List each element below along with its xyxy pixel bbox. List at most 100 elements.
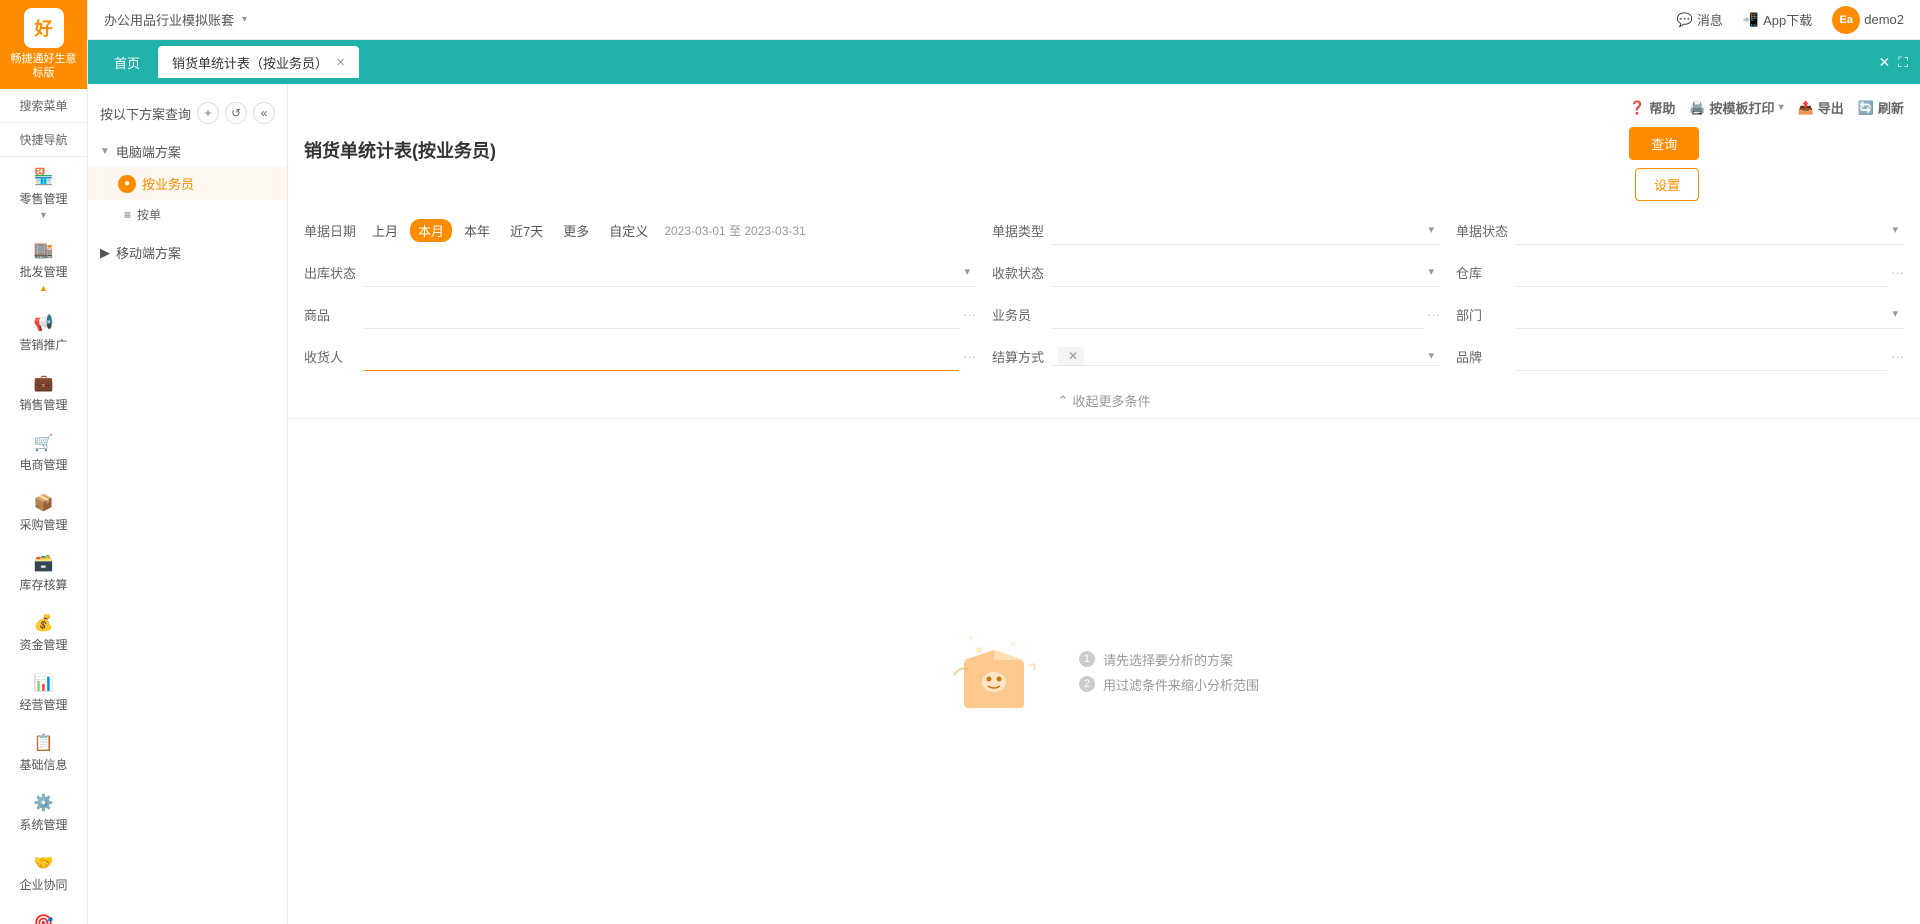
filter-date: 单据日期 上月 本月 本年 近7天 更多 自定义 2023-03-01 至 20… (304, 219, 976, 242)
brand-dots-icon[interactable]: ··· (1891, 349, 1904, 364)
mobile-section-label: 移动端方案 (116, 243, 181, 262)
sidebar-search-section[interactable]: 搜索菜单 (0, 89, 87, 123)
sidebar-item-retail[interactable]: 🏪 零售管理 ▼ (0, 157, 87, 230)
wholesale-label: 批发管理 (19, 263, 67, 280)
filter-salesperson-label: 业务员 (992, 305, 1052, 324)
filter-warehouse: 仓库 ··· (1456, 257, 1904, 287)
tab-fullscreen-icon[interactable]: ⛶ (1898, 54, 1908, 71)
sidebar-item-sales[interactable]: 💼 销售管理 (0, 363, 87, 423)
user-menu[interactable]: Ea demo2 (1832, 6, 1904, 34)
username-label: demo2 (1864, 12, 1904, 27)
filter-area: 销货单统计表(按业务员) ❓ 帮助 🖨️ 按模板打印 ▾ (288, 84, 1920, 419)
tab-home[interactable]: 首页 (100, 46, 154, 78)
scheme-by-order[interactable]: ≡ 按单 (88, 200, 287, 229)
settlement-tag-remove[interactable]: ✕ (1068, 349, 1078, 363)
query-button[interactable]: 查询 (1629, 127, 1699, 160)
salesperson-dots-icon[interactable]: ··· (1427, 307, 1440, 322)
quicknav-label[interactable]: 快捷导航 (19, 133, 67, 147)
filter-consignee-input[interactable] (364, 341, 959, 371)
filter-product-input[interactable] (364, 299, 959, 329)
date-btn-7days[interactable]: 近7天 (502, 219, 551, 242)
refresh-scheme-button[interactable]: ↺ (225, 102, 247, 124)
filter-salesperson-input[interactable] (1052, 299, 1423, 329)
logo-subtitle: 标版 (33, 66, 55, 80)
date-btn-more[interactable]: 更多 (555, 219, 597, 242)
wholesale-icon: 🏬 (34, 240, 54, 260)
date-btn-this-year[interactable]: 本年 (456, 219, 498, 242)
message-button[interactable]: 💬 消息 (1677, 10, 1723, 29)
sales-label: 销售管理 (19, 396, 67, 413)
add-scheme-button[interactable]: + (197, 102, 219, 124)
search-label[interactable]: 搜索菜单 (19, 99, 67, 113)
filter-doc-type-label: 单据类型 (992, 221, 1052, 240)
refresh-button[interactable]: 🔄 刷新 (1858, 98, 1904, 117)
filter-warehouse-label: 仓库 (1456, 263, 1516, 282)
collapse-filters-button[interactable]: ⌃ 收起更多条件 (304, 383, 1904, 418)
export-button[interactable]: 📤 导出 (1798, 98, 1844, 117)
filter-payment-select[interactable]: ▾ (1052, 257, 1440, 287)
tab-sales-stat[interactable]: 销货单统计表（按业务员） ✕ (158, 46, 359, 78)
filter-brand: 品牌 ··· (1456, 341, 1904, 371)
left-panel-header: 按以下方案查询 + ↺ « (88, 94, 287, 132)
doc-status-arrow-icon: ▾ (1892, 223, 1898, 236)
hint-1-num: 1 (1079, 651, 1095, 667)
sidebar-quicknav-section[interactable]: 快捷导航 (0, 123, 87, 157)
empty-illustration (949, 620, 1049, 723)
filter-doc-type-select[interactable]: ▾ (1052, 215, 1440, 245)
settings-button[interactable]: 设置 (1635, 168, 1699, 201)
filter-settlement-label: 结算方式 (992, 347, 1052, 366)
finance-icon: 💰 (34, 613, 54, 633)
filter-brand-input[interactable] (1516, 341, 1887, 371)
retail-label: 零售管理 (19, 190, 67, 207)
sidebar-item-enterprise[interactable]: 🤝 企业协同 (0, 843, 87, 903)
marketing-label: 营销推广 (19, 336, 67, 353)
collapse-panel-button[interactable]: « (253, 102, 275, 124)
scheme-salesperson-label: 按业务员 (142, 174, 194, 193)
sidebar-item-purchase[interactable]: 📦 采购管理 (0, 483, 87, 543)
product-dots-icon[interactable]: ··· (963, 307, 976, 322)
filter-row-3: 商品 ··· 业务员 ··· 部门 ▾ (304, 299, 1904, 329)
sidebar-item-ecommerce[interactable]: 🛒 电商管理 (0, 423, 87, 483)
print-button[interactable]: 🖨️ 按模板打印 ▾ (1689, 98, 1783, 117)
dept-arrow-icon: ▾ (1892, 307, 1898, 320)
scheme-salesperson[interactable]: ● 按业务员 (88, 167, 287, 200)
settlement-arrow-icon[interactable]: ▾ (1428, 349, 1434, 362)
tab-close-button[interactable]: ✕ (336, 56, 345, 69)
finance-label: 资金管理 (19, 636, 67, 653)
filter-consignee-label: 收货人 (304, 347, 364, 366)
sidebar-item-newbie[interactable]: 🎯 新手引导 (0, 903, 87, 924)
filter-dept-label: 部门 (1456, 305, 1516, 324)
download-icon: 📲 (1743, 12, 1759, 28)
settlement-tag: ✕ (1058, 347, 1084, 365)
consignee-dots-icon[interactable]: ··· (963, 349, 976, 364)
filter-warehouse-input[interactable] (1516, 257, 1887, 287)
sidebar-item-finance[interactable]: 💰 资金管理 (0, 603, 87, 663)
filter-doc-status-label: 单据状态 (1456, 221, 1516, 240)
filter-date-label: 单据日期 (304, 221, 364, 240)
sidebar-item-system[interactable]: ⚙️ 系统管理 (0, 783, 87, 843)
filter-doc-status-select[interactable]: ▾ (1516, 215, 1904, 245)
app-download-button[interactable]: 📲 App下载 (1743, 10, 1812, 29)
help-button[interactable]: ❓ 帮助 (1629, 98, 1675, 117)
empty-state-content: 1 请先选择要分析的方案 2 用过滤条件来缩小分析范围 (949, 620, 1259, 723)
tab-close-icon[interactable]: ✕ (1878, 54, 1890, 71)
sidebar-item-inventory[interactable]: 🗃️ 库存核算 (0, 543, 87, 603)
filter-outbound-select[interactable]: ▾ (364, 257, 976, 287)
date-btn-this-month[interactable]: 本月 (410, 219, 452, 242)
print-dropdown-icon[interactable]: ▾ (1779, 102, 1784, 113)
sidebar-item-operations[interactable]: 📊 经营管理 (0, 663, 87, 723)
tab-home-label: 首页 (114, 53, 140, 72)
pc-section-header[interactable]: ▼ 电脑端方案 (88, 136, 287, 167)
basic-label: 基础信息 (19, 756, 67, 773)
empty-hint-1: 1 请先选择要分析的方案 (1079, 650, 1259, 669)
sidebar-item-basic[interactable]: 📋 基础信息 (0, 723, 87, 783)
sidebar-item-marketing[interactable]: 📢 营销推广 (0, 303, 87, 363)
breadcrumb-dropdown-icon[interactable]: ▾ (242, 14, 247, 25)
mobile-section-header[interactable]: ▶ 移动端方案 (88, 237, 287, 268)
sidebar-item-wholesale[interactable]: 🏬 批发管理 ▲ (0, 230, 87, 303)
warehouse-dots-icon[interactable]: ··· (1891, 265, 1904, 280)
filter-payment-label: 收款状态 (992, 263, 1052, 282)
filter-dept-select[interactable]: ▾ (1516, 299, 1904, 329)
date-btn-custom[interactable]: 自定义 (601, 219, 656, 242)
date-btn-last-month[interactable]: 上月 (364, 219, 406, 242)
